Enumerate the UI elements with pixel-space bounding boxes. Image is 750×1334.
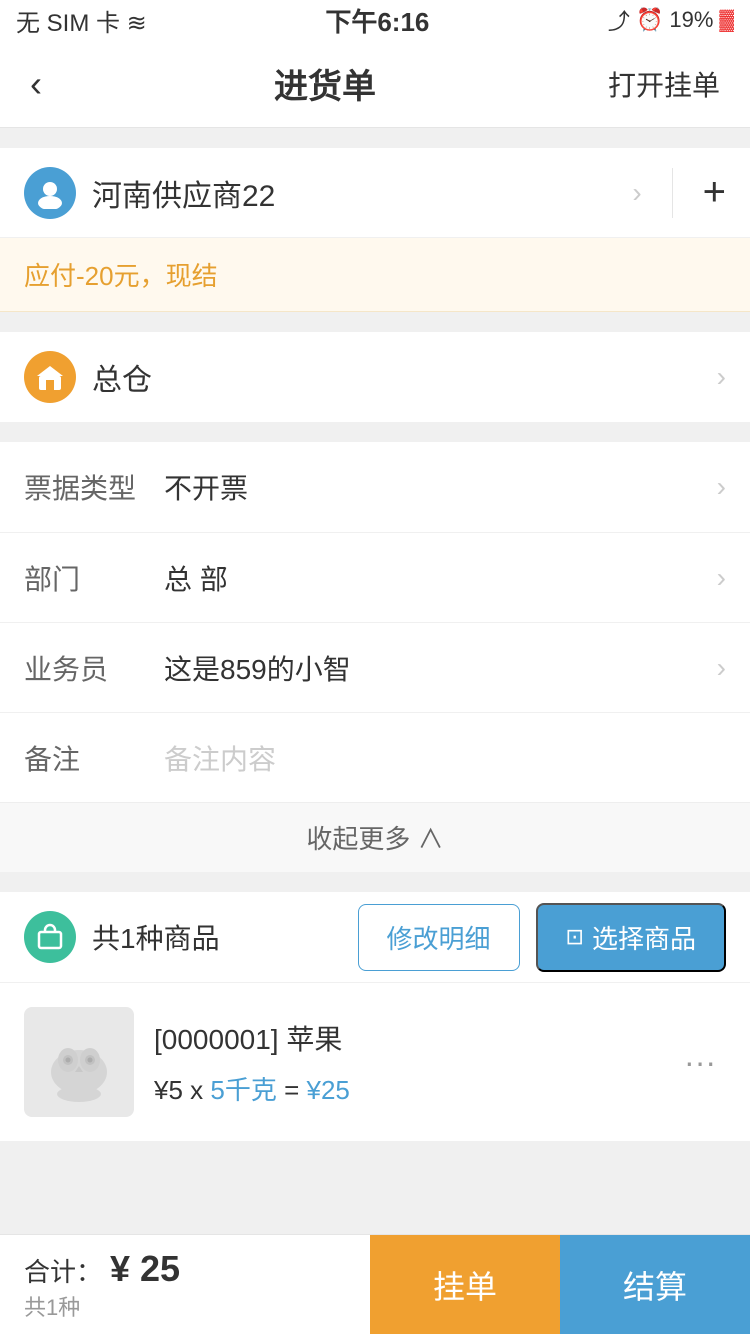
warehouse-section: 总仓 ›	[0, 332, 750, 422]
bottom-bar: 合计： ¥ 25 共1种 挂单 结算	[0, 1234, 750, 1334]
supplier-section: 河南供应商22 › + 应付-20元，现结	[0, 148, 750, 312]
salesperson-label: 业务员	[24, 648, 164, 688]
edit-details-button[interactable]: 修改明细	[358, 904, 520, 971]
alarm-icon: ⏰	[636, 7, 663, 33]
salesperson-value: 这是859的小智	[164, 648, 717, 688]
product-more-button[interactable]: ···	[674, 1034, 726, 1091]
product-thumbnail	[24, 1007, 134, 1117]
product-count: 共1种商品	[92, 917, 358, 957]
nav-bar: ‹ 进货单 打开挂单	[0, 40, 750, 128]
price-quantity: 5千克	[210, 1075, 276, 1105]
status-right: ⤴ ⏰ 19% ▓	[608, 4, 734, 36]
department-row[interactable]: 部门 总 部 ›	[0, 532, 750, 622]
collapse-button[interactable]: 收起更多 ∧	[0, 802, 750, 872]
hang-button[interactable]: 挂单	[370, 1235, 560, 1334]
product-name: [0000001] 苹果	[154, 1018, 674, 1058]
total-amount: ¥ 25	[110, 1248, 180, 1290]
section-divider-top	[0, 128, 750, 148]
checkout-button[interactable]: 结算	[560, 1235, 750, 1334]
battery-label: 19%	[669, 7, 713, 33]
total-count: 共1种	[24, 1290, 346, 1322]
remarks-row[interactable]: 备注 备注内容	[0, 712, 750, 802]
total-label: 合计： ¥ 25	[24, 1248, 346, 1290]
ticket-type-label: 票据类型	[24, 467, 164, 507]
select-product-button[interactable]: ⊡ 选择商品	[536, 903, 726, 972]
product-info: [0000001] 苹果 ¥5 x 5千克 = ¥25	[154, 1018, 674, 1107]
price-equals: =	[284, 1075, 306, 1105]
bottom-spacer	[0, 1141, 750, 1241]
add-supplier-button[interactable]: +	[703, 170, 726, 215]
select-product-label: 选择商品	[592, 919, 696, 956]
price-total: ¥25	[307, 1075, 350, 1105]
open-hang-button[interactable]: 打开挂单	[608, 64, 720, 104]
form-section: 票据类型 不开票 › 部门 总 部 › 业务员 这是859的小智 › 备注 备注…	[0, 442, 750, 872]
supplier-chevron-icon: ›	[632, 177, 641, 209]
department-label: 部门	[24, 558, 164, 598]
cart-icon: ⊡	[566, 924, 584, 950]
department-value: 总 部	[164, 558, 717, 598]
supplier-row[interactable]: 河南供应商22 › +	[0, 148, 750, 238]
department-chevron-icon: ›	[717, 562, 726, 594]
collapse-label: 收起更多 ∧	[306, 819, 443, 856]
back-button[interactable]: ‹	[30, 63, 42, 105]
info-banner: 应付-20元，现结	[0, 238, 750, 312]
salesperson-chevron-icon: ›	[717, 652, 726, 684]
remarks-placeholder[interactable]: 备注内容	[164, 738, 726, 778]
vertical-divider	[672, 168, 673, 218]
supplier-name: 河南供应商22	[92, 171, 632, 215]
product-icon	[24, 911, 76, 963]
warehouse-icon	[24, 351, 76, 403]
page-title: 进货单	[274, 59, 376, 108]
total-text: 合计：	[24, 1252, 102, 1289]
product-price: ¥5 x 5千克 = ¥25	[154, 1070, 674, 1107]
status-bar: 无 SIM 卡 ≋ 下午6:16 ⤴ ⏰ 19% ▓	[0, 0, 750, 40]
sim-signal: 无 SIM 卡 ≋	[16, 3, 147, 38]
checkout-label: 结算	[623, 1262, 687, 1308]
battery-icon: ▓	[719, 9, 734, 32]
warehouse-chevron-icon: ›	[717, 361, 726, 393]
salesperson-row[interactable]: 业务员 这是859的小智 ›	[0, 622, 750, 712]
remarks-label: 备注	[24, 738, 164, 778]
section-divider-1	[0, 312, 750, 332]
ticket-type-value: 不开票	[164, 467, 717, 507]
location-icon: ⤴	[608, 4, 630, 36]
supplier-avatar	[24, 167, 76, 219]
price-unit: ¥5 x	[154, 1075, 210, 1105]
product-header: 共1种商品 修改明细 ⊡ 选择商品	[0, 892, 750, 982]
status-left: 无 SIM 卡 ≋	[16, 3, 147, 38]
ticket-type-row[interactable]: 票据类型 不开票 ›	[0, 442, 750, 532]
ticket-type-chevron-icon: ›	[717, 471, 726, 503]
status-time: 下午6:16	[325, 2, 429, 39]
product-item: [0000001] 苹果 ¥5 x 5千克 = ¥25 ···	[0, 982, 750, 1141]
warehouse-name: 总仓	[92, 355, 717, 399]
hang-label: 挂单	[433, 1262, 497, 1308]
warehouse-row[interactable]: 总仓 ›	[0, 332, 750, 422]
section-divider-2	[0, 422, 750, 442]
total-section: 合计： ¥ 25 共1种	[0, 1248, 370, 1322]
